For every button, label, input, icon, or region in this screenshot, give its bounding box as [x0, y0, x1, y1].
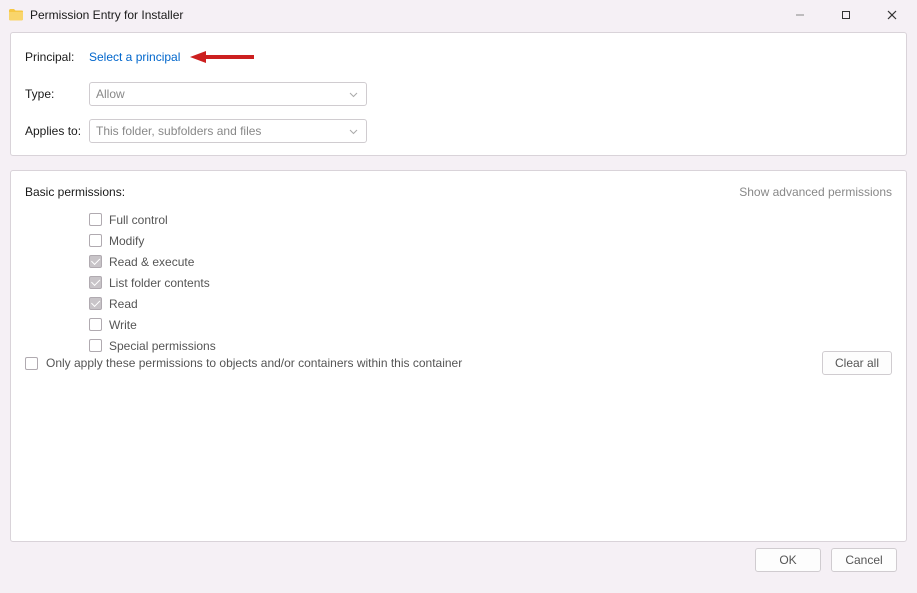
permission-checkbox[interactable]	[89, 276, 102, 289]
cancel-button[interactable]: Cancel	[831, 548, 897, 572]
permissions-panel: Basic permissions: Show advanced permiss…	[10, 170, 907, 542]
permission-label: Modify	[109, 234, 144, 248]
minimize-button[interactable]	[777, 0, 823, 30]
permission-row: Full control	[89, 209, 892, 230]
permission-checkbox[interactable]	[89, 255, 102, 268]
show-advanced-permissions-link[interactable]: Show advanced permissions	[739, 185, 892, 199]
only-apply-label: Only apply these permissions to objects …	[46, 356, 462, 370]
applies-to-select[interactable]: This folder, subfolders and files	[89, 119, 367, 143]
close-button[interactable]	[869, 0, 915, 30]
permission-row: Modify	[89, 230, 892, 251]
folder-icon	[8, 7, 24, 23]
permission-label: Read	[109, 297, 138, 311]
permission-checkbox[interactable]	[89, 213, 102, 226]
type-value: Allow	[96, 87, 125, 101]
permission-checkbox[interactable]	[89, 297, 102, 310]
applies-to-label: Applies to:	[25, 124, 89, 138]
permissions-list: Full control Modify Read & execute List fol…	[89, 209, 892, 356]
permission-row: Read & execute	[89, 251, 892, 272]
permission-label: Read & execute	[109, 255, 194, 269]
permission-label: Write	[109, 318, 137, 332]
chevron-down-icon	[349, 124, 358, 138]
ok-button[interactable]: OK	[755, 548, 821, 572]
only-apply-row: Only apply these permissions to objects …	[25, 356, 462, 370]
principal-label: Principal:	[25, 50, 89, 64]
window-controls	[777, 0, 915, 30]
type-select[interactable]: Allow	[89, 82, 367, 106]
basic-permissions-title: Basic permissions:	[25, 185, 125, 199]
principal-panel: Principal: Select a principal Type: Allo…	[10, 32, 907, 156]
permission-checkbox[interactable]	[89, 234, 102, 247]
titlebar: Permission Entry for Installer	[0, 0, 917, 30]
permission-label: Full control	[109, 213, 168, 227]
clear-all-button[interactable]: Clear all	[822, 351, 892, 375]
dialog-buttons: OK Cancel	[10, 548, 907, 572]
select-principal-link[interactable]: Select a principal	[89, 50, 180, 64]
permission-label: List folder contents	[109, 276, 210, 290]
permission-row: List folder contents	[89, 272, 892, 293]
maximize-button[interactable]	[823, 0, 869, 30]
only-apply-checkbox[interactable]	[25, 357, 38, 370]
applies-to-value: This folder, subfolders and files	[96, 124, 261, 138]
permission-checkbox[interactable]	[89, 318, 102, 331]
arrow-annotation	[190, 49, 254, 65]
window-title: Permission Entry for Installer	[30, 8, 777, 22]
permission-row: Read	[89, 293, 892, 314]
type-label: Type:	[25, 87, 89, 101]
chevron-down-icon	[349, 87, 358, 101]
permission-row: Write	[89, 314, 892, 335]
